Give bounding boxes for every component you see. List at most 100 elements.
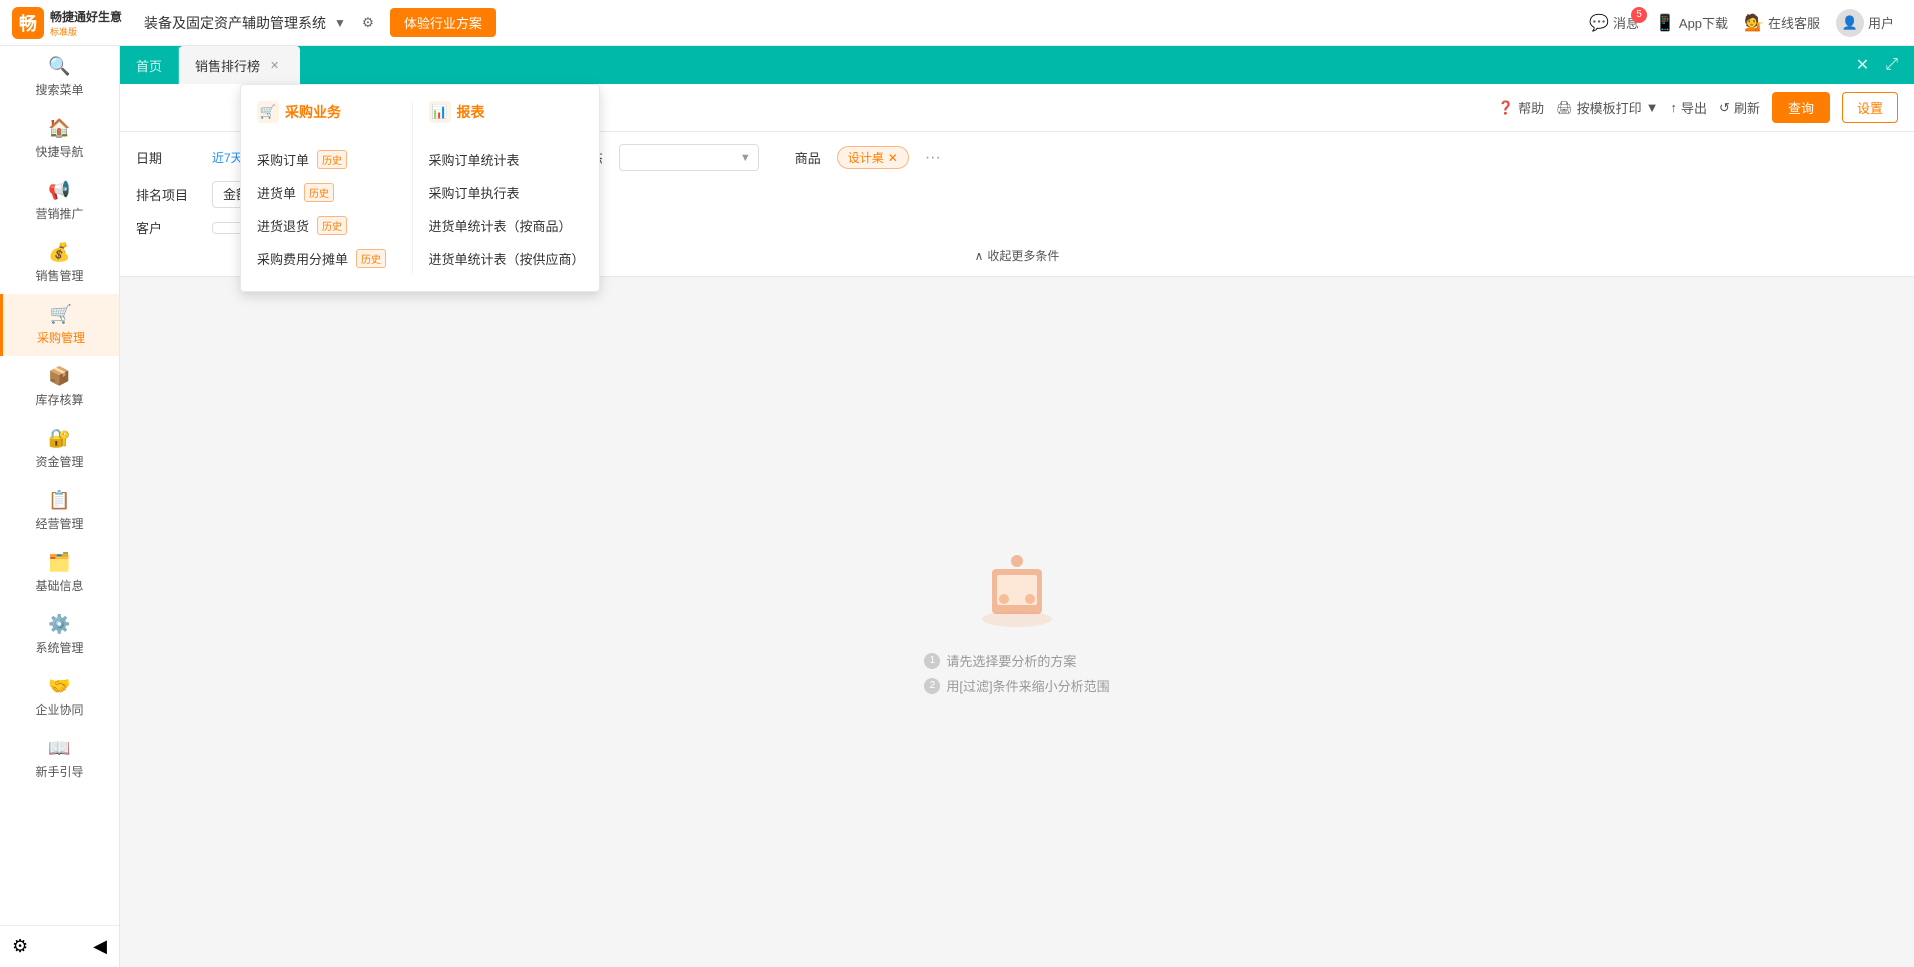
empty-tips: 1 请先选择要分析的方案 2 用[过滤]条件来缩小分析范围 — [924, 651, 1109, 695]
goods-label: 商品 — [795, 148, 821, 167]
sales-icon: 💰 — [48, 242, 70, 263]
dropdown-item-expense[interactable]: 采购费用分摊单 历史 — [257, 242, 412, 275]
tip-num-2: 2 — [924, 678, 940, 694]
hist-tag-0: 历史 — [317, 150, 347, 169]
logo-badge: 标准版 — [50, 25, 122, 38]
header-settings-btn[interactable]: ⚙ — [354, 9, 382, 37]
system-dropdown-btn[interactable]: ▼ — [334, 16, 346, 30]
date-preset-7[interactable]: 近7天 — [212, 149, 243, 166]
refresh-btn[interactable]: ↺ 刷新 — [1719, 98, 1760, 117]
settings-btn[interactable]: 设置 — [1842, 92, 1898, 123]
sidebar-item-basic-info[interactable]: 🗂️ 基础信息 — [0, 542, 119, 604]
dropdown-item-report-1[interactable]: 采购订单统计表 — [429, 143, 584, 176]
app-download-btn[interactable]: 📱 App下载 — [1655, 13, 1728, 33]
empty-tip-2: 2 用[过滤]条件来缩小分析范围 — [924, 676, 1109, 695]
user-btn[interactable]: 👤 用户 — [1836, 9, 1894, 37]
print-icon: 🖨 — [1556, 100, 1573, 116]
empty-state: 1 请先选择要分析的方案 2 用[过滤]条件来缩小分析范围 — [120, 277, 1914, 967]
system-title: 装备及固定资产辅助管理系统 — [144, 13, 326, 33]
dropdown-cols: 🛒 采购业务 采购订单 历史 进货单 历史 进货退货 历史 — [257, 101, 583, 275]
empty-illustration — [967, 549, 1067, 639]
query-btn[interactable]: 查询 — [1772, 92, 1830, 123]
sidebar-item-marketing[interactable]: 📢 营销推广 — [0, 170, 119, 232]
search-icon: 🔍 — [48, 56, 70, 77]
hist-tag-2: 历史 — [317, 216, 347, 235]
refresh-icon: ↺ — [1719, 100, 1730, 116]
sidebar-item-search[interactable]: 🔍 搜索菜单 — [0, 46, 119, 108]
message-btn[interactable]: 💬 消息 5 — [1589, 13, 1639, 33]
dropdown-item-report-3[interactable]: 进货单统计表（按商品） — [429, 209, 584, 242]
sidebar-bottom: ⚙ ◀ — [0, 925, 119, 967]
operation-icon: 📋 — [48, 490, 70, 511]
hist-tag-1: 历史 — [304, 183, 334, 202]
tab-actions: ✕ ⤢ — [1852, 51, 1914, 79]
tip-num-1: 1 — [924, 653, 940, 669]
basic-info-icon: 🗂️ — [48, 552, 70, 573]
export-icon: ↑ — [1671, 100, 1678, 115]
dropdown-item-purchase-order[interactable]: 采购订单 历史 — [257, 143, 412, 176]
purchase-icon: 🛒 — [50, 304, 72, 325]
system-icon: ⚙️ — [48, 614, 70, 635]
dropdown-item-report-2[interactable]: 采购订单执行表 — [429, 176, 584, 209]
help-btn[interactable]: ❓ 帮助 — [1498, 98, 1544, 117]
tab-close-btn[interactable]: ✕ — [1852, 51, 1873, 79]
enterprise-icon: 🤝 — [48, 676, 70, 697]
date-label: 日期 — [136, 148, 196, 167]
finance-icon: 🔐 — [48, 428, 70, 449]
goods-tag: 设计桌 ✕ — [837, 146, 909, 169]
dropdown-purchase-header: 🛒 采购业务 — [257, 101, 412, 131]
header-right: 💬 消息 5 📱 App下载 💁 在线客服 👤 用户 — [1589, 9, 1902, 37]
collapse-btn[interactable]: ∧ 收起更多条件 — [975, 247, 1060, 264]
tab-home[interactable]: 首页 — [120, 46, 179, 84]
industry-btn[interactable]: 体验行业方案 — [390, 8, 496, 37]
content-area: 首页 销售排行榜 ✕ ✕ ⤢ ❓ 帮助 🖨 按模板打印 — [120, 46, 1914, 967]
sidebar-item-operation[interactable]: 📋 经营管理 — [0, 480, 119, 542]
inventory-icon: 📦 — [48, 366, 70, 387]
main-layout: 🔍 搜索菜单 🏠 快捷导航 📢 营销推广 💰 销售管理 🛒 采购管理 📦 库存核… — [0, 46, 1914, 967]
rank-item-label: 排名项目 — [136, 185, 196, 204]
sidebar-item-sales[interactable]: 💰 销售管理 — [0, 232, 119, 294]
dropdown-item-inbound[interactable]: 进货单 历史 — [257, 176, 412, 209]
marketing-icon: 📢 — [48, 180, 70, 201]
sidebar: 🔍 搜索菜单 🏠 快捷导航 📢 营销推广 💰 销售管理 🛒 采购管理 📦 库存核… — [0, 46, 120, 967]
logo-title: 畅捷通好生意 — [50, 8, 122, 25]
dropdown-item-return[interactable]: 进货退货 历史 — [257, 209, 412, 242]
goods-more-btn[interactable]: ··· — [925, 149, 941, 167]
sidebar-item-purchase[interactable]: 🛒 采购管理 — [0, 294, 119, 356]
print-dropdown-icon: ▼ — [1646, 100, 1659, 115]
doc-status-select[interactable] — [619, 144, 759, 171]
guide-icon: 📖 — [48, 738, 70, 759]
avatar: 👤 — [1836, 9, 1864, 37]
sidebar-item-inventory[interactable]: 📦 库存核算 — [0, 356, 119, 418]
sidebar-collapse-btn[interactable]: ◀ — [93, 936, 107, 957]
sidebar-item-guide[interactable]: 📖 新手引导 — [0, 728, 119, 790]
dropdown-item-report-4[interactable]: 进货单统计表（按供应商） — [429, 242, 584, 275]
top-header: 畅 畅捷通好生意 标准版 装备及固定资产辅助管理系统 ▼ ⚙ 体验行业方案 💬 … — [0, 0, 1914, 46]
dropdown-purchase-col: 🛒 采购业务 采购订单 历史 进货单 历史 进货退货 历史 — [257, 101, 412, 275]
hist-tag-3: 历史 — [356, 249, 386, 268]
tab-bar: 首页 销售排行榜 ✕ ✕ ⤢ — [120, 46, 1914, 84]
sidebar-item-system[interactable]: ⚙️ 系统管理 — [0, 604, 119, 666]
purchase-col-icon: 🛒 — [257, 101, 279, 123]
empty-tip-1: 1 请先选择要分析的方案 — [924, 651, 1109, 670]
dropdown-report-header: 📊 报表 — [429, 101, 584, 131]
message-badge: 5 — [1631, 7, 1647, 23]
home-icon: 🏠 — [48, 118, 70, 139]
logo-area: 畅 畅捷通好生意 标准版 — [12, 7, 132, 39]
tab-sales-rank[interactable]: 销售排行榜 ✕ — [179, 46, 300, 84]
export-btn[interactable]: ↑ 导出 — [1671, 98, 1708, 117]
sidebar-settings-btn[interactable]: ⚙ — [12, 936, 28, 957]
collapse-icon: ∧ — [975, 249, 984, 263]
customer-label: 客户 — [136, 218, 196, 237]
tab-expand-btn[interactable]: ⤢ — [1881, 52, 1902, 78]
purchase-dropdown-menu: 🛒 采购业务 采购订单 历史 进货单 历史 进货退货 历史 — [240, 84, 600, 292]
goods-tag-remove[interactable]: ✕ — [888, 151, 898, 165]
online-service-btn[interactable]: 💁 在线客服 — [1744, 13, 1820, 33]
sidebar-item-enterprise[interactable]: 🤝 企业协同 — [0, 666, 119, 728]
dropdown-report-col: 📊 报表 采购订单统计表 采购订单执行表 进货单统计表（按商品） 进货单统计表（… — [412, 101, 584, 275]
header-middle: 装备及固定资产辅助管理系统 ▼ ⚙ 体验行业方案 — [132, 8, 1589, 37]
sidebar-item-quick-nav[interactable]: 🏠 快捷导航 — [0, 108, 119, 170]
sidebar-item-finance[interactable]: 🔐 资金管理 — [0, 418, 119, 480]
print-btn[interactable]: 🖨 按模板打印 ▼ — [1556, 98, 1658, 117]
tab-sales-rank-close[interactable]: ✕ — [266, 57, 283, 74]
